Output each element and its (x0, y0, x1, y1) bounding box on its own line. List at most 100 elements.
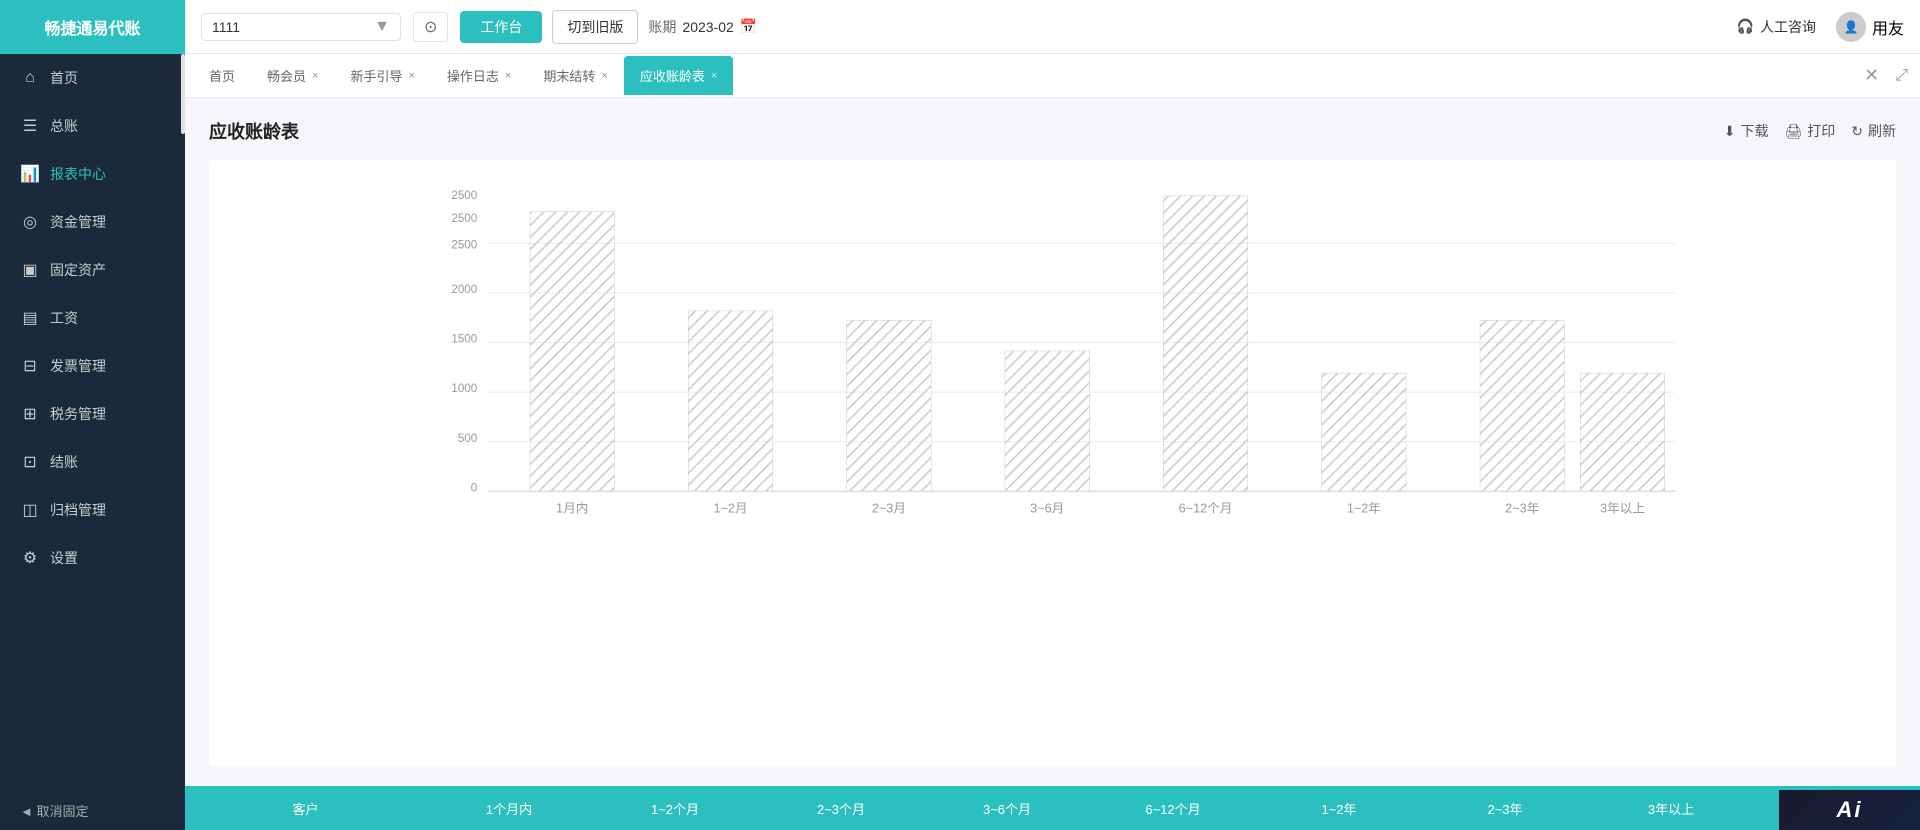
maximize-button[interactable]: ⤢ (1891, 63, 1912, 89)
page-header: 应收账龄表 ⬇ 下载 🖨 打印 ↻ 刷新 (209, 118, 1896, 144)
user-area[interactable]: 👤 用友 (1836, 12, 1904, 42)
cancel-fixed-label: ◄ 取消固定 (20, 801, 88, 820)
sidebar-label-invoice: 发票管理 (50, 356, 106, 376)
print-button[interactable]: 🖨 打印 (1784, 121, 1835, 141)
x-label-5: 1~2年 (1347, 502, 1381, 516)
sidebar-item-ledger[interactable]: ☰ 总账 (0, 102, 185, 150)
x-label-4: 6~12个月 (1179, 502, 1233, 516)
x-label-3: 3~6月 (1030, 502, 1064, 516)
tab-aging[interactable]: 应收账龄表 × (624, 56, 733, 95)
sidebar-item-salary[interactable]: ▤ 工资 (0, 294, 185, 342)
tab-guide[interactable]: 新手引导 × (334, 56, 430, 95)
sidebar-item-checkout[interactable]: ⊡ 结账 (0, 438, 185, 486)
main-container: ⌂ 首页 ☰ 总账 📊 报表中心 ◎ 资金管理 ▣ 固定资产 ▤ 工资 ⊟ 发票… (0, 54, 1920, 830)
funds-icon: ◎ (20, 212, 40, 232)
avatar: 👤 (1836, 12, 1866, 42)
close-all-button[interactable]: ✕ (1860, 61, 1883, 90)
bar-1月内 (530, 212, 614, 492)
sidebar-item-tax[interactable]: ⊞ 税务管理 (0, 390, 185, 438)
download-label: 下载 (1740, 121, 1768, 141)
svg-text:500: 500 (458, 432, 477, 445)
cancel-fixed-button[interactable]: ◄ 取消固定 (0, 791, 185, 830)
company-name: 1111 (212, 19, 366, 35)
ai-badge[interactable]: Ai (1779, 790, 1920, 830)
switch-old-button[interactable]: 切到旧版 (552, 10, 638, 44)
sidebar-label-salary: 工资 (50, 308, 78, 328)
tab-period-end[interactable]: 期末结转 × (527, 56, 623, 95)
archive-icon: ◫ (20, 500, 40, 520)
workbench-button[interactable]: 工作台 (460, 11, 542, 43)
th-1-2month: 1~2个月 (592, 799, 758, 818)
tab-oplog-close[interactable]: × (505, 70, 511, 82)
refresh-label: 刷新 (1868, 121, 1896, 141)
checkout-icon: ⊡ (20, 452, 40, 472)
sidebar-item-invoice[interactable]: ⊟ 发票管理 (0, 342, 185, 390)
table-header: 客户 1个月内 1~2个月 2~3个月 3~6个月 6~12个月 1~2年 2~… (185, 786, 1920, 830)
sidebar-label-funds: 资金管理 (50, 212, 106, 232)
tab-home[interactable]: 首页 (193, 56, 251, 95)
consult-button[interactable]: 🎧 人工咨询 (1737, 17, 1816, 37)
tab-period-end-label: 期末结转 (543, 66, 595, 85)
tabs-bar: 首页 畅会员 × 新手引导 × 操作日志 × 期末结转 × 应收账龄表 × (185, 54, 1920, 98)
download-icon: ⬇ (1724, 123, 1736, 140)
svg-text:2500: 2500 (451, 212, 477, 225)
sidebar-item-funds[interactable]: ◎ 资金管理 (0, 198, 185, 246)
top-header: 畅捷通易代账 1111 ▼ ⊙ 工作台 切到旧版 账期 2023-02 📅 🎧 … (0, 0, 1920, 54)
tab-home-label: 首页 (209, 66, 235, 85)
sidebar-label-home: 首页 (50, 68, 78, 88)
refresh-icon: ↻ (1851, 123, 1863, 140)
salary-icon: ▤ (20, 308, 40, 328)
tab-aging-close[interactable]: × (711, 70, 717, 82)
sidebar-item-reports[interactable]: 📊 报表中心 (0, 150, 185, 198)
bar-6-12月 (1163, 196, 1247, 492)
tab-member[interactable]: 畅会员 × (251, 56, 334, 95)
tabs-right: ✕ ⤢ (1860, 61, 1912, 90)
period-label: 账期 (648, 17, 676, 37)
chevron-down-icon: ▼ (374, 18, 390, 36)
svg-text:1500: 1500 (451, 333, 477, 346)
bar-1-2月 (688, 311, 772, 492)
svg-text:1000: 1000 (451, 382, 477, 395)
headset-icon: 🎧 (1737, 18, 1754, 35)
consult-label: 人工咨询 (1760, 17, 1816, 37)
page-content: 应收账龄表 ⬇ 下载 🖨 打印 ↻ 刷新 (185, 98, 1920, 786)
th-6-12month: 6~12个月 (1090, 799, 1256, 818)
aging-chart: 0 500 1000 1500 2000 2500 2500 2500 (229, 180, 1876, 560)
settings-icon: ⚙ (20, 548, 40, 568)
tab-guide-close[interactable]: × (408, 70, 414, 82)
sidebar-label-assets: 固定资产 (50, 260, 106, 280)
th-1-2year: 1~2年 (1256, 799, 1422, 818)
content-area: 首页 畅会员 × 新手引导 × 操作日志 × 期末结转 × 应收账龄表 × (185, 54, 1920, 830)
copy-button[interactable]: ⊙ (413, 12, 448, 42)
x-label-7: 3年以上 (1600, 502, 1645, 516)
sidebar-item-archive[interactable]: ◫ 归档管理 (0, 486, 185, 534)
ai-label: Ai (1837, 797, 1863, 823)
calendar-icon[interactable]: 📅 (740, 18, 757, 35)
sidebar-item-assets[interactable]: ▣ 固定资产 (0, 246, 185, 294)
tax-icon: ⊞ (20, 404, 40, 424)
svg-text:2000: 2000 (451, 283, 477, 296)
sidebar-label-tax: 税务管理 (50, 404, 106, 424)
sidebar-item-settings[interactable]: ⚙ 设置 (0, 534, 185, 582)
tab-oplog[interactable]: 操作日志 × (431, 56, 527, 95)
sidebar-scrollbar[interactable] (181, 54, 185, 134)
invoice-icon: ⊟ (20, 356, 40, 376)
reports-icon: 📊 (20, 164, 40, 184)
bar-2-3年 (1480, 320, 1564, 491)
logo-text: 畅捷通易代账 (44, 15, 140, 39)
assets-icon: ▣ (20, 260, 40, 280)
logo-area: 畅捷通易代账 (0, 0, 185, 54)
company-selector[interactable]: 1111 ▼ (201, 13, 401, 41)
sidebar-item-home[interactable]: ⌂ 首页 (0, 54, 185, 102)
download-button[interactable]: ⬇ 下载 (1724, 121, 1769, 141)
action-buttons: ⬇ 下载 🖨 打印 ↻ 刷新 (1724, 121, 1896, 141)
tab-period-end-close[interactable]: × (601, 70, 607, 82)
tab-member-close[interactable]: × (312, 70, 318, 82)
x-label-6: 2~3年 (1505, 502, 1539, 516)
print-label: 打印 (1807, 121, 1835, 141)
sidebar-label-ledger: 总账 (50, 116, 78, 136)
refresh-button[interactable]: ↻ 刷新 (1851, 121, 1896, 141)
tab-aging-label: 应收账龄表 (640, 66, 705, 85)
chart-wrapper: 0 500 1000 1500 2000 2500 2500 2500 (229, 180, 1876, 560)
svg-text:2500: 2500 (451, 189, 477, 202)
